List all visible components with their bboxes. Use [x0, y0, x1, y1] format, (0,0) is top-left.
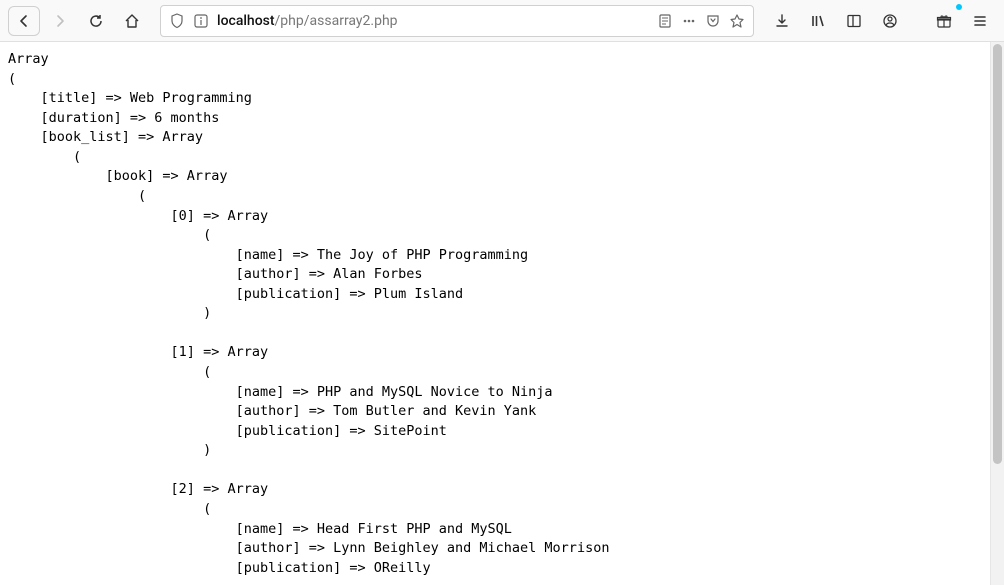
- content-area: Array ( [title] => Web Programming [dura…: [0, 42, 1004, 585]
- page-output: Array ( [title] => Web Programming [dura…: [0, 42, 990, 585]
- sidebar-button[interactable]: [838, 6, 870, 36]
- library-button[interactable]: [802, 6, 834, 36]
- menu-button[interactable]: [964, 6, 996, 36]
- browser-toolbar: localhost/php/assarray2.php: [0, 0, 1004, 42]
- back-button[interactable]: [8, 6, 40, 36]
- address-bar[interactable]: localhost/php/assarray2.php: [160, 5, 754, 37]
- reload-button[interactable]: [80, 6, 112, 36]
- shield-icon[interactable]: [169, 13, 185, 29]
- more-icon[interactable]: [681, 13, 697, 29]
- info-icon[interactable]: [193, 13, 209, 29]
- downloads-button[interactable]: [766, 6, 798, 36]
- bookmark-icon[interactable]: [729, 13, 745, 29]
- pocket-icon[interactable]: [705, 13, 721, 29]
- reader-icon[interactable]: [657, 13, 673, 29]
- url-text: localhost/php/assarray2.php: [217, 13, 649, 29]
- scrollbar-thumb[interactable]: [993, 44, 1002, 464]
- toolbar-right: [766, 6, 996, 36]
- home-button[interactable]: [116, 6, 148, 36]
- scrollbar[interactable]: [990, 42, 1004, 585]
- whatsnew-button[interactable]: [928, 6, 960, 36]
- forward-button: [44, 6, 76, 36]
- account-button[interactable]: [874, 6, 906, 36]
